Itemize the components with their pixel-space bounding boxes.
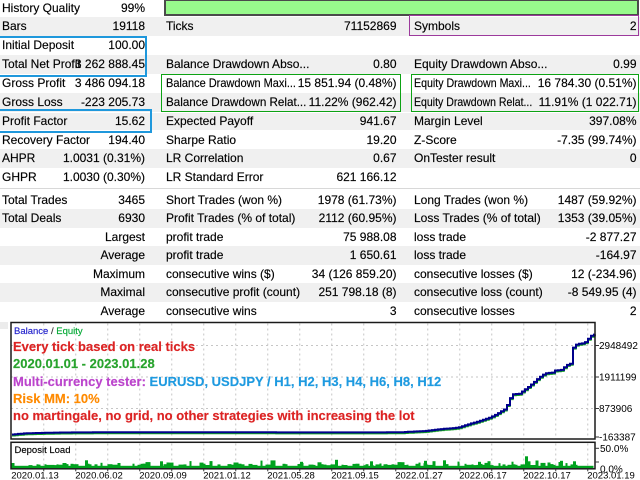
svg-text:2021.01.12: 2021.01.12 xyxy=(203,471,251,480)
svg-text:2023.01.19: 2023.01.19 xyxy=(587,471,635,480)
svg-text:2021.09.15: 2021.09.15 xyxy=(331,471,379,480)
svg-text:2022.06.17: 2022.06.17 xyxy=(459,471,507,480)
svg-text:1911199: 1911199 xyxy=(599,373,637,384)
svg-text:2022.10.17: 2022.10.17 xyxy=(523,471,571,480)
svg-text:2022.01.27: 2022.01.27 xyxy=(395,471,443,480)
svg-text:2020.06.02: 2020.06.02 xyxy=(75,471,123,480)
svg-text:-163387: -163387 xyxy=(599,433,636,444)
svg-text:50.0%: 50.0% xyxy=(600,444,628,455)
svg-text:873906: 873906 xyxy=(599,404,633,415)
svg-text:2020.09.09: 2020.09.09 xyxy=(139,471,187,480)
svg-text:2020.01.13: 2020.01.13 xyxy=(11,471,59,480)
svg-text:2021.05.28: 2021.05.28 xyxy=(267,471,315,480)
svg-text:2948492: 2948492 xyxy=(599,341,638,352)
